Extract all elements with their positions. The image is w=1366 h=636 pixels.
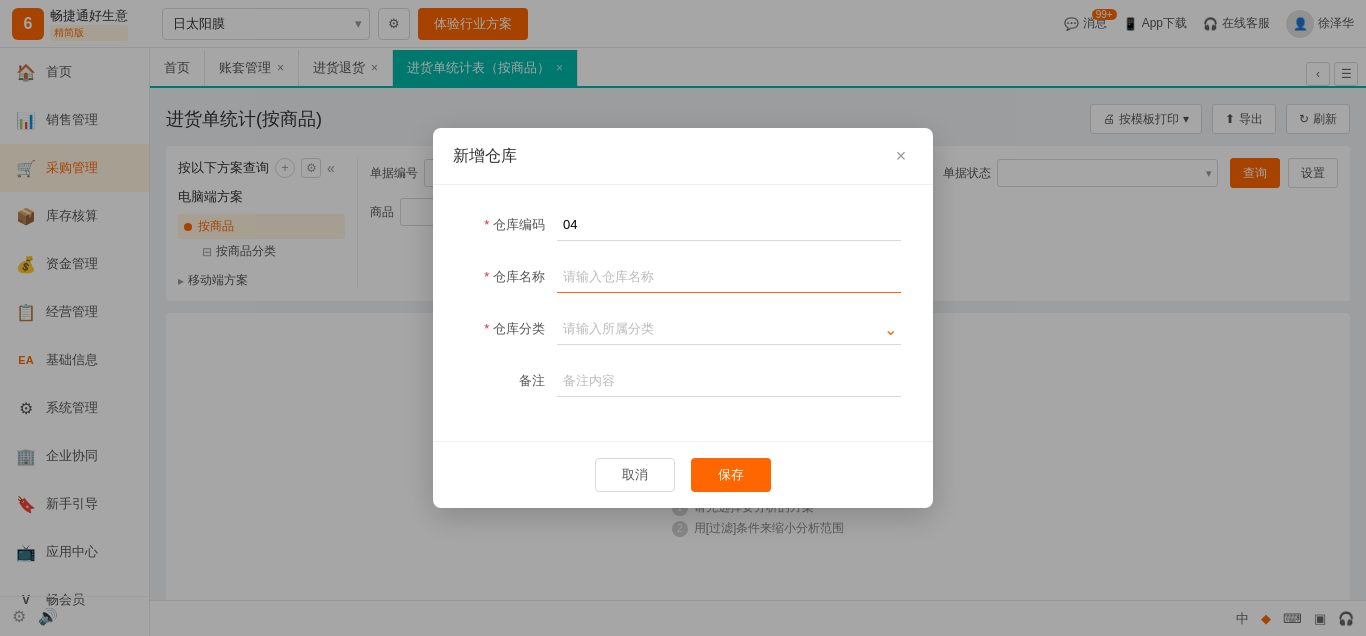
note-input[interactable] (557, 365, 901, 397)
modal-title: 新增仓库 (453, 146, 517, 167)
name-label: 仓库名称 (465, 268, 545, 286)
code-input[interactable] (557, 209, 901, 241)
name-input[interactable] (557, 261, 901, 293)
code-label: 仓库编码 (465, 216, 545, 234)
category-input[interactable] (557, 313, 901, 345)
modal-close-button[interactable]: × (889, 144, 913, 168)
form-row-name: 仓库名称 (465, 261, 901, 293)
form-row-note: 备注 (465, 365, 901, 397)
modal-footer: 取消 保存 (433, 441, 933, 508)
form-row-category: 仓库分类 ⌄ (465, 313, 901, 345)
modal-overlay[interactable]: 新增仓库 × 仓库编码 仓库名称 仓库分类 ⌄ 备注 (0, 0, 1366, 636)
category-select-row: ⌄ (557, 313, 901, 345)
save-button[interactable]: 保存 (691, 458, 771, 492)
category-label: 仓库分类 (465, 320, 545, 338)
form-row-code: 仓库编码 (465, 209, 901, 241)
add-warehouse-modal: 新增仓库 × 仓库编码 仓库名称 仓库分类 ⌄ 备注 (433, 128, 933, 508)
cancel-button[interactable]: 取消 (595, 458, 675, 492)
note-label: 备注 (465, 372, 545, 390)
modal-body: 仓库编码 仓库名称 仓库分类 ⌄ 备注 (433, 185, 933, 441)
modal-header: 新增仓库 × (433, 128, 933, 185)
